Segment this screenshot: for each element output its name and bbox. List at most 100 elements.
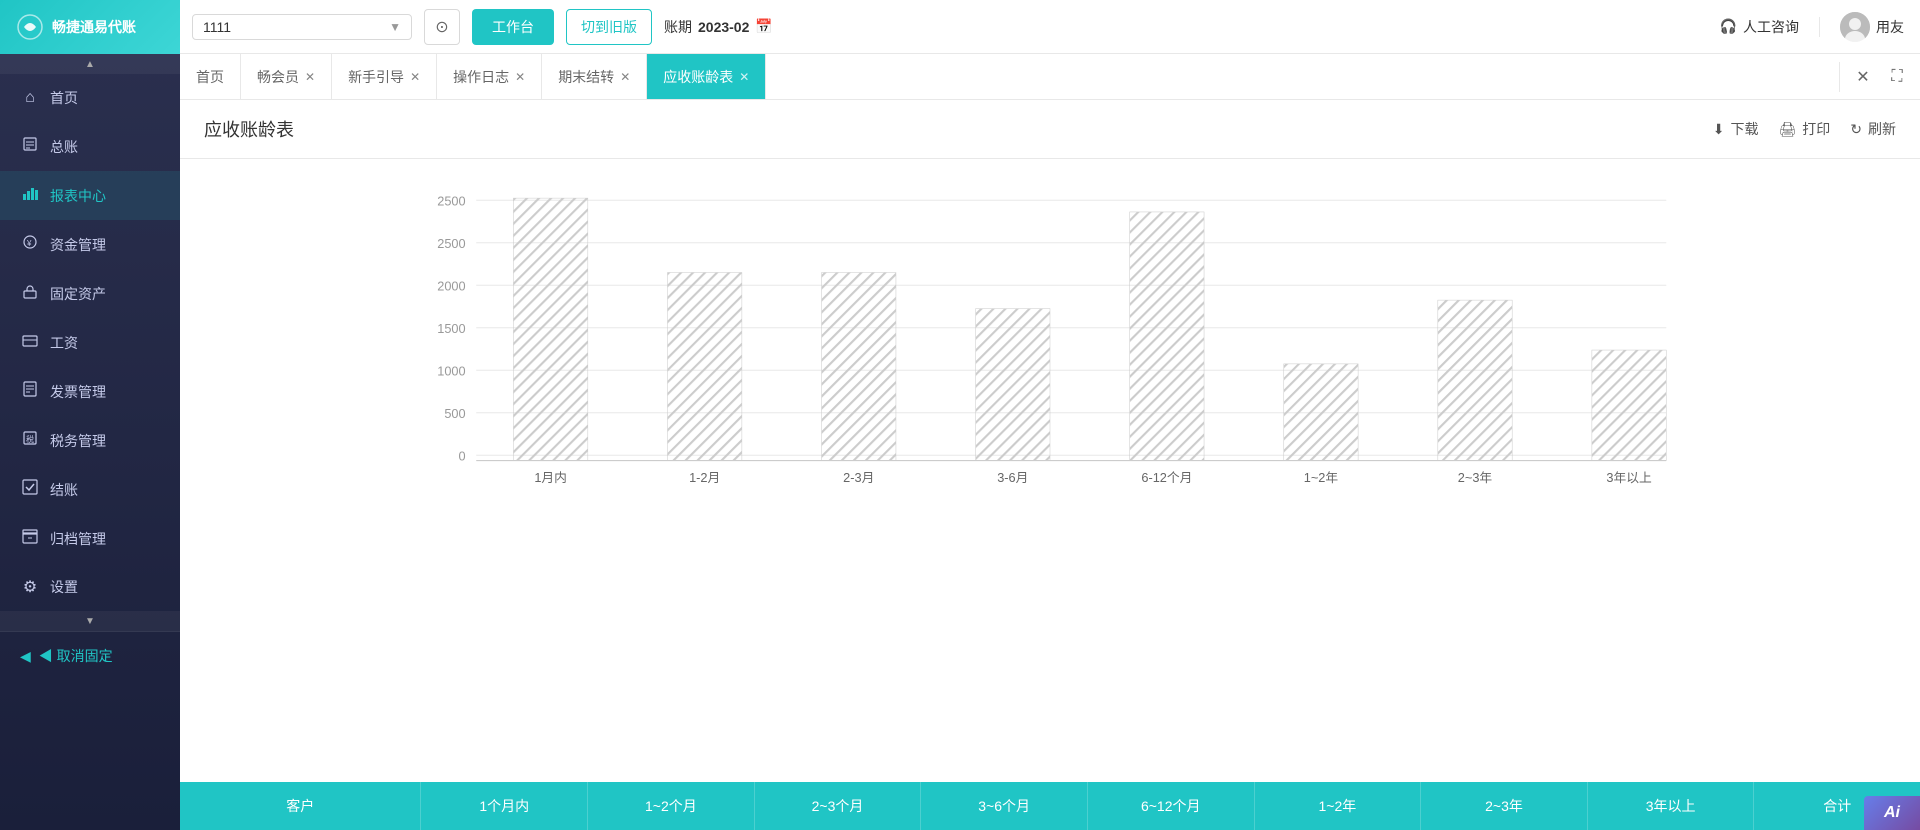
sidebar-item-salary[interactable]: 工资 [0, 318, 180, 367]
tab-controls: ✕ ⛶ [1839, 62, 1920, 92]
sidebar-label-ledger: 总账 [50, 137, 78, 157]
refresh-label: 刷新 [1868, 119, 1896, 139]
company-name: 1111 [203, 19, 231, 35]
tab-home[interactable]: 首页 [180, 54, 241, 100]
tax-icon: 税 [20, 430, 40, 451]
sidebar-item-fund[interactable]: ¥ 资金管理 [0, 220, 180, 269]
pin-icon: ◀ [20, 648, 31, 665]
svg-text:1~2年: 1~2年 [1304, 470, 1339, 485]
checkout-icon [20, 479, 40, 500]
print-icon: 🖨 [1778, 121, 1796, 138]
sidebar-item-ledger[interactable]: 总账 [0, 122, 180, 171]
period-area: 账期 2023-02 📅 [664, 17, 773, 37]
sidebar-item-tax[interactable]: 税 税务管理 [0, 416, 180, 465]
tab-log[interactable]: 操作日志 ✕ [437, 54, 542, 100]
tab-home-label: 首页 [196, 67, 224, 87]
header: 畅捷通易代账 1111 ▼ ⊙ 工作台 切到旧版 账期 2023-02 📅 🎧 … [0, 0, 1920, 54]
fixed-assets-icon [20, 283, 40, 304]
copy-icon[interactable]: ⊙ [424, 9, 460, 45]
sidebar-item-settings[interactable]: ⚙ 设置 [0, 563, 180, 611]
svg-text:1500: 1500 [437, 321, 465, 336]
logo-text: 畅捷通易代账 [52, 17, 136, 37]
tab-aging-close[interactable]: ✕ [739, 70, 749, 84]
sidebar: ▲ ⌂ 首页 总账 报表中心 ¥ 资金管理 固定资产 [0, 54, 180, 830]
tab-member-label: 畅会员 [257, 67, 299, 87]
th-1month: 1个月内 [421, 782, 588, 830]
th-1-2year: 1~2年 [1255, 782, 1422, 830]
scroll-up-icon[interactable]: ▲ [0, 54, 180, 74]
sidebar-label-invoice: 发票管理 [50, 382, 106, 402]
ai-badge[interactable]: Ai [1864, 796, 1920, 830]
chart-container: 0 500 1000 1500 2000 2500 2500 1 [180, 159, 1920, 782]
th-6-12month: 6~12个月 [1088, 782, 1255, 830]
logo-icon [16, 13, 44, 41]
tab-member[interactable]: 畅会员 ✕ [241, 54, 332, 100]
sidebar-item-checkout[interactable]: 结账 [0, 465, 180, 514]
svg-text:¥: ¥ [26, 239, 32, 248]
sidebar-label-fund: 资金管理 [50, 235, 106, 255]
svg-text:税: 税 [26, 434, 34, 444]
company-select[interactable]: 1111 ▼ [192, 14, 412, 40]
switch-button[interactable]: 切到旧版 [566, 9, 652, 45]
sidebar-label-salary: 工资 [50, 333, 78, 353]
content-area: 首页 畅会员 ✕ 新手引导 ✕ 操作日志 ✕ 期末结转 ✕ 应收账龄表 ✕ [180, 54, 1920, 830]
ledger-icon [20, 136, 40, 157]
salary-icon [20, 332, 40, 353]
svg-text:3-6月: 3-6月 [997, 470, 1028, 485]
refresh-button[interactable]: ↻ 刷新 [1850, 119, 1896, 139]
chevron-down-icon: ▼ [389, 20, 401, 34]
avatar [1840, 12, 1870, 42]
main-layout: ▲ ⌂ 首页 总账 报表中心 ¥ 资金管理 固定资产 [0, 54, 1920, 830]
ai-label: Ai [1884, 804, 1900, 821]
tab-aging[interactable]: 应收账龄表 ✕ [647, 54, 766, 100]
close-window-button[interactable]: ✕ [1848, 62, 1878, 92]
user-area[interactable]: 用友 [1840, 12, 1904, 42]
calendar-icon[interactable]: 📅 [755, 18, 772, 35]
logo: 畅捷通易代账 [0, 0, 180, 54]
header-right: 🎧 人工咨询 用友 [1720, 12, 1904, 42]
th-2-3month: 2~3个月 [755, 782, 922, 830]
page-header: 应收账龄表 ⬇ 下载 🖨 打印 ↻ 刷新 [180, 100, 1920, 159]
home-icon: ⌂ [20, 89, 40, 107]
table-header: 客户 1个月内 1~2个月 2~3个月 3~6个月 6~12个月 1~2年 2~… [180, 782, 1920, 830]
tab-aging-label: 应收账龄表 [663, 67, 733, 87]
sidebar-item-home[interactable]: ⌂ 首页 [0, 74, 180, 122]
svg-text:1月内: 1月内 [534, 470, 567, 485]
tab-guide-label: 新手引导 [348, 67, 404, 87]
scroll-down-icon[interactable]: ▼ [0, 611, 180, 631]
period-value: 2023-02 [698, 19, 749, 35]
sidebar-pin-toggle[interactable]: ◀ ◀ 取消固定 [0, 631, 180, 680]
consult-area[interactable]: 🎧 人工咨询 [1720, 17, 1799, 37]
archive-icon [20, 528, 40, 549]
sidebar-label-archive: 归档管理 [50, 529, 106, 549]
th-1-2month: 1~2个月 [588, 782, 755, 830]
sidebar-item-archive[interactable]: 归档管理 [0, 514, 180, 563]
invoice-icon [20, 381, 40, 402]
tab-member-close[interactable]: ✕ [305, 70, 315, 84]
tab-log-close[interactable]: ✕ [515, 70, 525, 84]
sidebar-item-report[interactable]: 报表中心 [0, 171, 180, 220]
svg-text:6-12个月: 6-12个月 [1141, 470, 1192, 485]
download-label: 下载 [1730, 119, 1758, 139]
svg-text:1000: 1000 [437, 364, 465, 379]
workbench-button[interactable]: 工作台 [472, 9, 554, 45]
maximize-window-button[interactable]: ⛶ [1882, 62, 1912, 92]
sidebar-item-invoice[interactable]: 发票管理 [0, 367, 180, 416]
th-2-3year: 2~3年 [1421, 782, 1588, 830]
tab-period-end[interactable]: 期末结转 ✕ [542, 54, 647, 100]
th-3-6month: 3~6个月 [921, 782, 1088, 830]
sidebar-item-fixed-assets[interactable]: 固定资产 [0, 269, 180, 318]
divider [1819, 17, 1820, 37]
user-name: 用友 [1876, 17, 1904, 37]
download-icon: ⬇ [1713, 121, 1725, 138]
print-button[interactable]: 🖨 打印 [1778, 119, 1830, 139]
download-button[interactable]: ⬇ 下载 [1713, 119, 1759, 139]
sidebar-label-fixed-assets: 固定资产 [50, 284, 106, 304]
tabs-bar: 首页 畅会员 ✕ 新手引导 ✕ 操作日志 ✕ 期末结转 ✕ 应收账龄表 ✕ [180, 54, 1920, 100]
svg-text:1-2月: 1-2月 [689, 470, 720, 485]
print-label: 打印 [1802, 119, 1830, 139]
tab-guide-close[interactable]: ✕ [410, 70, 420, 84]
svg-text:2-3月: 2-3月 [843, 470, 874, 485]
tab-period-end-close[interactable]: ✕ [620, 70, 630, 84]
tab-guide[interactable]: 新手引导 ✕ [332, 54, 437, 100]
